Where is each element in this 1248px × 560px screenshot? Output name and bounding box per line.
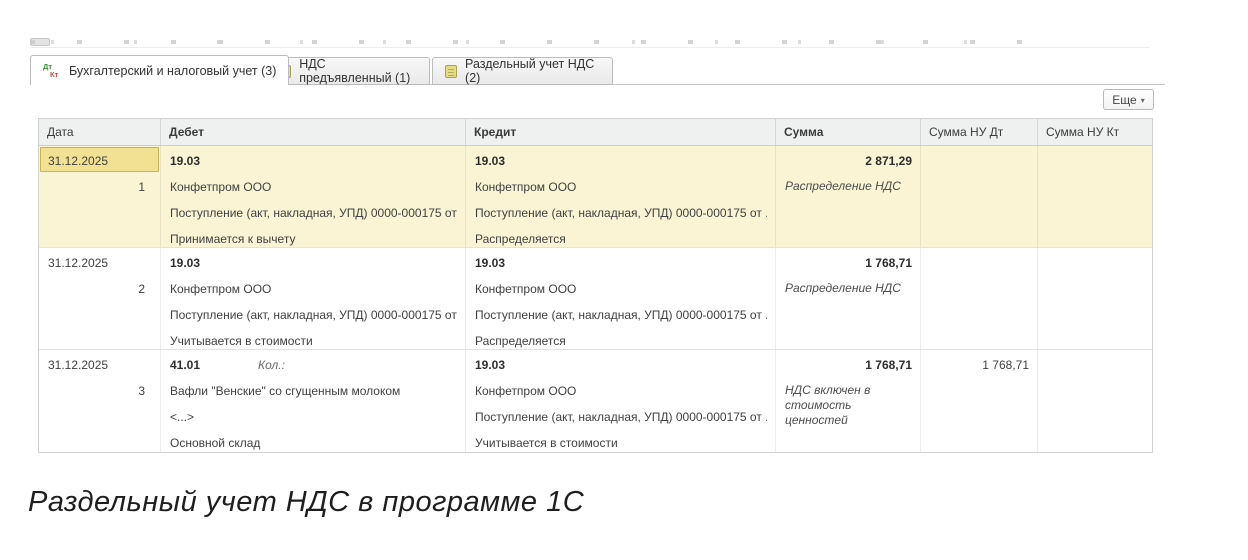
- col-header-sum-nu-dt[interactable]: Сумма НУ Дт: [921, 119, 1038, 145]
- quantity-label: Кол.:: [258, 358, 285, 372]
- vat-operation-comment: Распределение НДС: [785, 281, 901, 295]
- cell-debit[interactable]: 41.01 Кол.: Вафли "Венские" со сгущенным…: [161, 350, 466, 452]
- cell-sum-nu-kt[interactable]: [1038, 248, 1152, 349]
- tab-label: Раздельный учет НДС (2): [465, 57, 595, 85]
- row-number: 1: [138, 180, 145, 194]
- cell-sum[interactable]: 1 768,71 НДС включен в стоимость ценност…: [776, 350, 921, 452]
- table-row[interactable]: 31.12.2025 1 19.03 Конфетпром ООО Поступ…: [39, 146, 1152, 248]
- dt-kt-icon: Дт Кт: [43, 62, 59, 79]
- cell-sum[interactable]: 2 871,29 Распределение НДС: [776, 146, 921, 247]
- cell-debit[interactable]: 19.03 Конфетпром ООО Поступление (акт, н…: [161, 146, 466, 247]
- tab-label: НДС предъявленный (1): [299, 57, 411, 85]
- cell-sum-nu-dt[interactable]: 1 768,71: [921, 350, 1038, 452]
- clipped-text-row: [30, 38, 1150, 48]
- cell-sum-nu-kt[interactable]: [1038, 146, 1152, 247]
- cell-credit[interactable]: 19.03 Конфетпром ООО Поступление (акт, н…: [466, 146, 776, 247]
- screenshot-root: Дт Кт Бухгалтерский и налоговый учет (3)…: [0, 0, 1248, 560]
- tab-vat-presented[interactable]: НДС предъявленный (1): [267, 57, 430, 85]
- tab-accounting-tax[interactable]: Дт Кт Бухгалтерский и налоговый учет (3): [30, 55, 290, 85]
- tab-separate-vat[interactable]: Раздельный учет НДС (2): [432, 57, 613, 85]
- cell-sum[interactable]: 1 768,71 Распределение НДС: [776, 248, 921, 349]
- row-number: 3: [138, 384, 145, 398]
- chevron-down-icon: ▾: [1140, 95, 1145, 105]
- cell-date[interactable]: 31.12.2025 3: [39, 350, 161, 452]
- table-header: Дата Дебет Кредит Сумма Сумма НУ Дт Сумм…: [39, 119, 1152, 146]
- figure-caption: Раздельный учет НДС в программе 1С: [28, 486, 585, 518]
- cell-sum-nu-dt[interactable]: [921, 248, 1038, 349]
- table-row[interactable]: 31.12.2025 2 19.03 Конфетпром ООО Поступ…: [39, 248, 1152, 350]
- table-row[interactable]: 31.12.2025 3 41.01 Кол.: Вафли "Венские"…: [39, 350, 1152, 452]
- tab-label: Бухгалтерский и налоговый учет (3): [69, 63, 277, 78]
- more-button[interactable]: Еще ▾: [1103, 89, 1154, 110]
- col-header-credit[interactable]: Кредит: [466, 119, 776, 145]
- cell-sum-nu-kt[interactable]: [1038, 350, 1152, 452]
- cell-date[interactable]: 31.12.2025 1: [39, 146, 161, 247]
- col-header-date[interactable]: Дата: [39, 119, 161, 145]
- cell-sum-nu-dt[interactable]: [921, 146, 1038, 247]
- cell-date[interactable]: 31.12.2025 2: [39, 248, 161, 349]
- cell-credit[interactable]: 19.03 Конфетпром ООО Поступление (акт, н…: [466, 248, 776, 349]
- col-header-sum-nu-kt[interactable]: Сумма НУ Кт: [1038, 119, 1152, 145]
- col-header-debit[interactable]: Дебет: [161, 119, 466, 145]
- cell-debit[interactable]: 19.03 Конфетпром ООО Поступление (акт, н…: [161, 248, 466, 349]
- cell-credit[interactable]: 19.03 Конфетпром ООО Поступление (акт, н…: [466, 350, 776, 452]
- col-header-sum[interactable]: Сумма: [776, 119, 921, 145]
- row-number: 2: [138, 282, 145, 296]
- clipped-text-fragments: [30, 40, 1040, 44]
- vat-operation-comment: НДС включен в стоимость ценностей: [785, 383, 871, 427]
- document-icon: [445, 64, 458, 78]
- postings-table: Дата Дебет Кредит Сумма Сумма НУ Дт Сумм…: [38, 118, 1153, 453]
- vat-operation-comment: Распределение НДС: [785, 179, 901, 193]
